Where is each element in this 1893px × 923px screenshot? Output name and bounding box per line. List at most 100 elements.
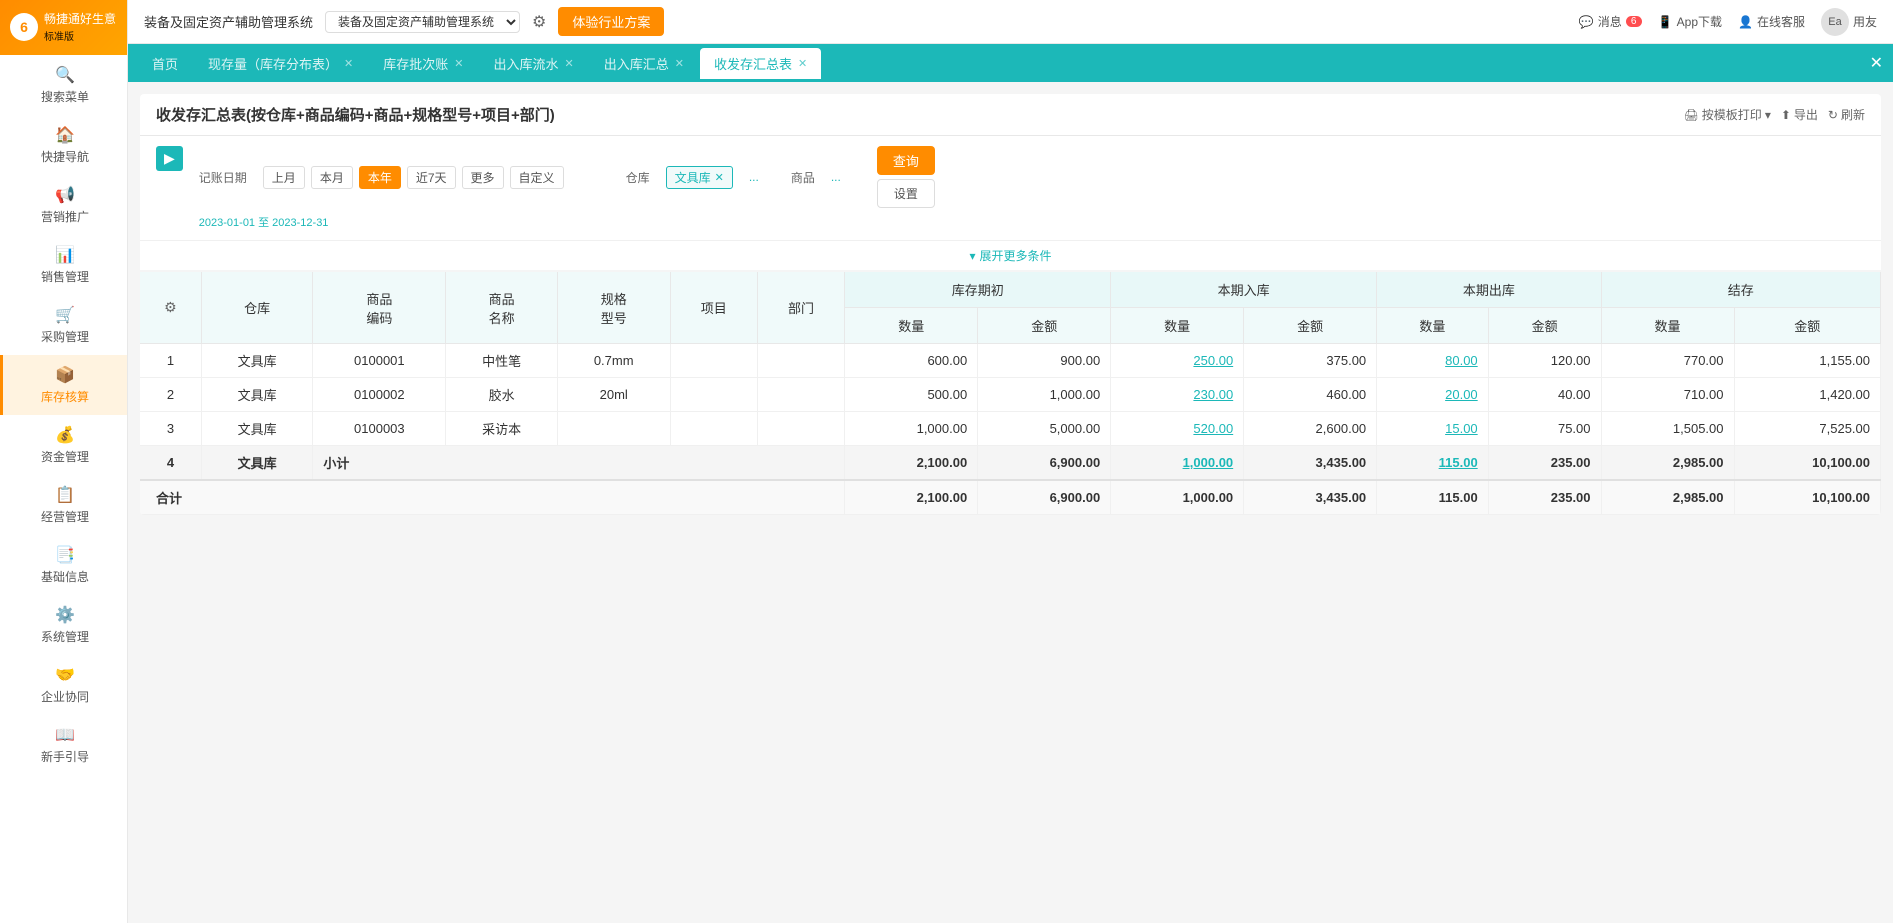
row-warehouse: 文具库 bbox=[201, 412, 312, 446]
subtotal-out-qty[interactable]: 115.00 bbox=[1377, 446, 1489, 481]
total-row: 合计 2,100.00 6,900.00 1,000.00 3,435.00 1… bbox=[140, 480, 1881, 515]
guide-icon: 📖 bbox=[55, 725, 75, 745]
export-button[interactable]: ⬆ 导出 bbox=[1781, 106, 1818, 123]
date-btn-last-month[interactable]: 上月 bbox=[263, 166, 305, 189]
date-btn-7days[interactable]: 近7天 bbox=[407, 166, 456, 189]
sidebar-item-label-guide: 新手引导 bbox=[41, 748, 89, 765]
subtotal-in-amt: 3,435.00 bbox=[1244, 446, 1377, 481]
sidebar-item-purchase[interactable]: 🛒采购管理 bbox=[0, 295, 127, 355]
sidebar-item-system[interactable]: ⚙️系统管理 bbox=[0, 595, 127, 655]
tab-close-icon[interactable]: ✕ bbox=[344, 57, 353, 70]
subtotal-balance-amt: 10,100.00 bbox=[1734, 446, 1881, 481]
row-goods-name: 中性笔 bbox=[446, 344, 557, 378]
date-buttons: 上月 本月 本年 近7天 更多 自定义 bbox=[263, 166, 564, 189]
content-area: 收发存汇总表(按仓库+商品编码+商品+规格型号+项目+部门) 🖨 按模板打印 ▾… bbox=[128, 82, 1893, 923]
tab------[interactable]: 出入库汇总✕ bbox=[590, 48, 698, 79]
page-header: 收发存汇总表(按仓库+商品编码+商品+规格型号+项目+部门) 🖨 按模板打印 ▾… bbox=[140, 94, 1881, 136]
row-in-qty[interactable]: 250.00 bbox=[1111, 344, 1244, 378]
sidebar-item-label-system: 系统管理 bbox=[41, 628, 89, 645]
row-project bbox=[670, 378, 757, 412]
sidebar-item-enterprise[interactable]: 🤝企业协同 bbox=[0, 655, 127, 715]
row-start-amt: 5,000.00 bbox=[978, 412, 1111, 446]
filter-section: ▶ 记账日期 上月 本月 本年 近7天 更多 自定义 仓库 bbox=[140, 136, 1881, 270]
row-balance-amt: 1,155.00 bbox=[1734, 344, 1881, 378]
message-item[interactable]: 💬 消息 6 bbox=[1579, 13, 1642, 30]
sales-icon: 📊 bbox=[55, 245, 75, 265]
warehouse-more[interactable]: ... bbox=[749, 170, 759, 184]
th-goods-name: 商品名称 bbox=[446, 272, 557, 344]
tabbar-close-icon[interactable]: ✕ bbox=[1870, 53, 1883, 73]
user-label: 用友 bbox=[1853, 13, 1877, 30]
refresh-button[interactable]: ↻ 刷新 bbox=[1828, 106, 1865, 123]
online-service-label: 在线客服 bbox=[1757, 13, 1805, 30]
tab---[interactable]: 首页 bbox=[138, 48, 192, 79]
warehouse-tag-close[interactable]: ✕ bbox=[715, 171, 724, 184]
sidebar-item-guide[interactable]: 📖 新手引导 bbox=[0, 715, 127, 775]
th-start-qty: 数量 bbox=[845, 308, 978, 344]
search-icon: 🔍 bbox=[55, 65, 75, 85]
tab------[interactable]: 库存批次账✕ bbox=[369, 48, 477, 79]
subtotal-balance-qty: 2,985.00 bbox=[1601, 446, 1734, 481]
marketing-icon: 📢 bbox=[55, 185, 75, 205]
sidebar-item-inventory[interactable]: 📦库存核算 bbox=[0, 355, 127, 415]
subtotal-start-amt: 6,900.00 bbox=[978, 446, 1111, 481]
logo-icon: 6 bbox=[10, 13, 38, 41]
sidebar-item-sales[interactable]: 📊销售管理 bbox=[0, 235, 127, 295]
sidebar-item-marketing[interactable]: 📢营销推广 bbox=[0, 175, 127, 235]
row-out-qty[interactable]: 15.00 bbox=[1377, 412, 1489, 446]
setting-button[interactable]: 设置 bbox=[877, 179, 935, 208]
row-out-qty[interactable]: 80.00 bbox=[1377, 344, 1489, 378]
row-department bbox=[757, 344, 844, 378]
online-service-item[interactable]: 👤 在线客服 bbox=[1738, 13, 1805, 30]
template-print-button[interactable]: 🖨 按模板打印 ▾ bbox=[1684, 106, 1771, 123]
warehouse-tag: 文具库 ✕ bbox=[666, 166, 733, 189]
row-out-qty[interactable]: 20.00 bbox=[1377, 378, 1489, 412]
message-badge: 6 bbox=[1626, 16, 1642, 27]
sidebar-item-operation[interactable]: 📋经营管理 bbox=[0, 475, 127, 535]
filter-toggle-button[interactable]: ▶ bbox=[156, 146, 183, 171]
enterprise-icon: 🤝 bbox=[55, 665, 75, 685]
sidebar-item-base[interactable]: 📑基础信息 bbox=[0, 535, 127, 595]
date-btn-custom[interactable]: 自定义 bbox=[510, 166, 564, 189]
app-download-item[interactable]: 📱 App下载 bbox=[1658, 13, 1722, 30]
sidebar-item-quick[interactable]: 🏠快捷导航 bbox=[0, 115, 127, 175]
page-actions: 🖨 按模板打印 ▾ ⬆ 导出 ↻ 刷新 bbox=[1684, 106, 1865, 123]
tab------[interactable]: 出入库流水✕ bbox=[479, 48, 587, 79]
row-start-qty: 500.00 bbox=[845, 378, 978, 412]
trial-button[interactable]: 体验行业方案 bbox=[558, 7, 664, 36]
row-goods-spec: 20ml bbox=[557, 378, 670, 412]
goods-more[interactable]: ... bbox=[831, 170, 841, 184]
date-btn-this-month[interactable]: 本月 bbox=[311, 166, 353, 189]
date-btn-more[interactable]: 更多 bbox=[462, 166, 504, 189]
subtotal-in-qty[interactable]: 1,000.00 bbox=[1111, 446, 1244, 481]
tab-close-icon[interactable]: ✕ bbox=[675, 57, 684, 70]
expand-more-button[interactable]: ▾ 展开更多条件 bbox=[140, 241, 1881, 270]
query-button[interactable]: 查询 bbox=[877, 146, 935, 175]
tab-----------[interactable]: 现存量（库存分布表）✕ bbox=[194, 48, 367, 79]
app-download-label: App下载 bbox=[1677, 13, 1722, 30]
gear-icon[interactable]: ⚙ bbox=[532, 12, 546, 32]
row-goods-code: 0100003 bbox=[313, 412, 446, 446]
system-select[interactable]: 装备及固定资产辅助管理系统 bbox=[325, 11, 520, 33]
th-balance: 结存 bbox=[1601, 272, 1880, 308]
row-in-qty[interactable]: 520.00 bbox=[1111, 412, 1244, 446]
row-warehouse: 文具库 bbox=[201, 344, 312, 378]
sidebar-item-finance[interactable]: 💰资金管理 bbox=[0, 415, 127, 475]
message-icon: 💬 bbox=[1579, 15, 1594, 29]
row-in-qty[interactable]: 230.00 bbox=[1111, 378, 1244, 412]
topbar: 装备及固定资产辅助管理系统 装备及固定资产辅助管理系统 ⚙ 体验行业方案 💬 消… bbox=[128, 0, 1893, 44]
user-item[interactable]: Ea 用友 bbox=[1821, 8, 1877, 36]
sidebar-item-search[interactable]: 🔍搜索菜单 bbox=[0, 55, 127, 115]
tab-close-icon[interactable]: ✕ bbox=[565, 57, 574, 70]
th-settings[interactable]: ⚙ bbox=[140, 272, 201, 344]
tab-------[interactable]: 收发存汇总表✕ bbox=[700, 48, 821, 79]
tab-close-icon[interactable]: ✕ bbox=[454, 57, 463, 70]
sidebar-item-label-base: 基础信息 bbox=[41, 568, 89, 585]
user-avatar: Ea bbox=[1821, 8, 1849, 36]
row-balance-qty: 1,505.00 bbox=[1601, 412, 1734, 446]
total-balance-amt: 10,100.00 bbox=[1734, 480, 1881, 515]
date-btn-this-year[interactable]: 本年 bbox=[359, 166, 401, 189]
th-goods-code: 商品编码 bbox=[313, 272, 446, 344]
sidebar-item-label-quick: 快捷导航 bbox=[41, 148, 89, 165]
tab-close-icon[interactable]: ✕ bbox=[798, 57, 807, 70]
